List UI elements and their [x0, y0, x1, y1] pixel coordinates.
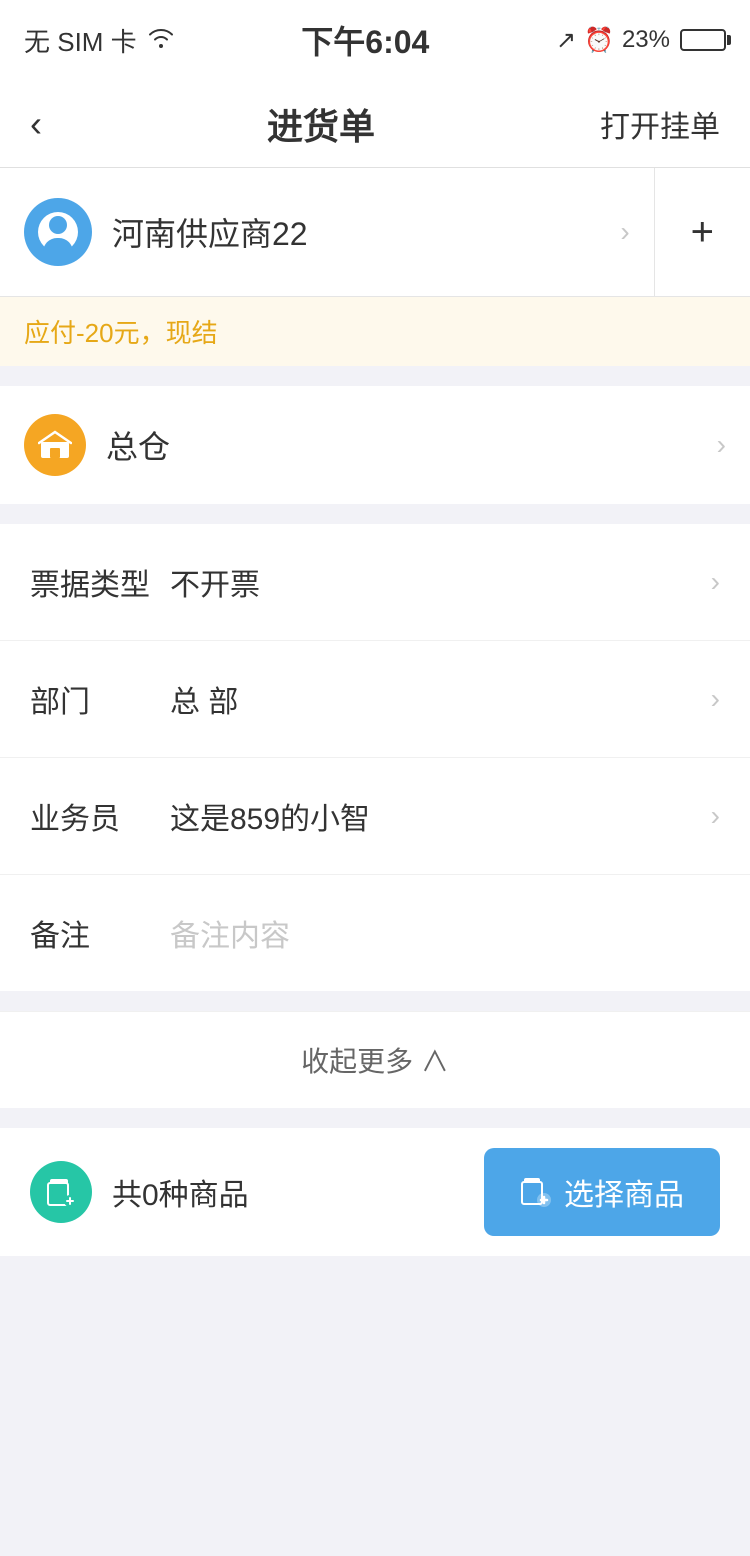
- supplier-avatar: [24, 198, 92, 266]
- invoice-type-label: 票据类型: [30, 560, 170, 604]
- status-time: 下午6:04: [301, 17, 429, 63]
- battery-percentage: 23%: [622, 26, 670, 54]
- select-product-label: 选择商品: [564, 1170, 684, 1214]
- page-title: 进货单: [267, 98, 375, 150]
- warehouse-chevron-icon: ›: [717, 429, 726, 461]
- add-supplier-button[interactable]: +: [655, 168, 750, 296]
- salesperson-chevron-icon: ›: [711, 800, 720, 832]
- invoice-type-value: 不开票: [170, 560, 711, 604]
- notice-bar: 应付-20元，现结: [0, 297, 750, 366]
- warehouse-name: 总仓: [106, 422, 697, 468]
- notice-text: 应付-20元，现结: [24, 318, 218, 348]
- status-right: ↗ ⏰ 23%: [556, 26, 726, 55]
- department-chevron-icon: ›: [711, 683, 720, 715]
- carrier-label: 无 SIM 卡: [24, 22, 137, 59]
- location-icon: ↗: [556, 26, 576, 55]
- status-bar: 无 SIM 卡 下午6:04 ↗ ⏰ 23%: [0, 0, 750, 80]
- product-count-text: 共0种商品: [112, 1170, 464, 1214]
- collapse-label: 收起更多 ∧: [301, 1040, 449, 1080]
- supplier-row[interactable]: 河南供应商22 ›: [0, 168, 654, 296]
- content: 河南供应商22 › + 应付-20元，现结 总仓 › 票据类型 不开票 ›: [0, 168, 750, 1556]
- supplier-name: 河南供应商22: [112, 209, 308, 255]
- department-label: 部门: [30, 677, 170, 721]
- select-product-button[interactable]: 选择商品: [484, 1148, 720, 1236]
- salesperson-value: 这是859的小智: [170, 794, 711, 838]
- battery-icon: [680, 29, 726, 51]
- salesperson-row[interactable]: 业务员 这是859的小智 ›: [0, 758, 750, 875]
- nav-bar: ‹ 进货单 打开挂单: [0, 80, 750, 168]
- department-row[interactable]: 部门 总 部 ›: [0, 641, 750, 758]
- invoice-type-row[interactable]: 票据类型 不开票 ›: [0, 524, 750, 641]
- supplier-section: 河南供应商22 › +: [0, 168, 750, 297]
- open-pending-button[interactable]: 打开挂单: [600, 102, 720, 146]
- warehouse-row[interactable]: 总仓 ›: [0, 386, 750, 504]
- remark-row[interactable]: 备注 备注内容: [0, 875, 750, 991]
- back-button[interactable]: ‹: [30, 103, 42, 145]
- gray-bottom-area: [0, 1256, 750, 1556]
- supplier-chevron-icon: ›: [620, 216, 629, 248]
- wifi-icon: [147, 26, 175, 54]
- remark-label: 备注: [30, 911, 170, 955]
- warehouse-icon: [24, 414, 86, 476]
- bottom-bar: 共0种商品 选择商品: [0, 1128, 750, 1256]
- product-count-icon: [30, 1161, 92, 1223]
- collapse-bar[interactable]: 收起更多 ∧: [0, 1011, 750, 1108]
- remark-input[interactable]: 备注内容: [170, 911, 720, 955]
- status-left: 无 SIM 卡: [24, 22, 175, 59]
- department-value: 总 部: [170, 677, 711, 721]
- invoice-chevron-icon: ›: [711, 566, 720, 598]
- salesperson-label: 业务员: [30, 794, 170, 838]
- alarm-icon: ⏰: [584, 26, 614, 55]
- form-section: 票据类型 不开票 › 部门 总 部 › 业务员 这是859的小智 › 备注 备注…: [0, 524, 750, 991]
